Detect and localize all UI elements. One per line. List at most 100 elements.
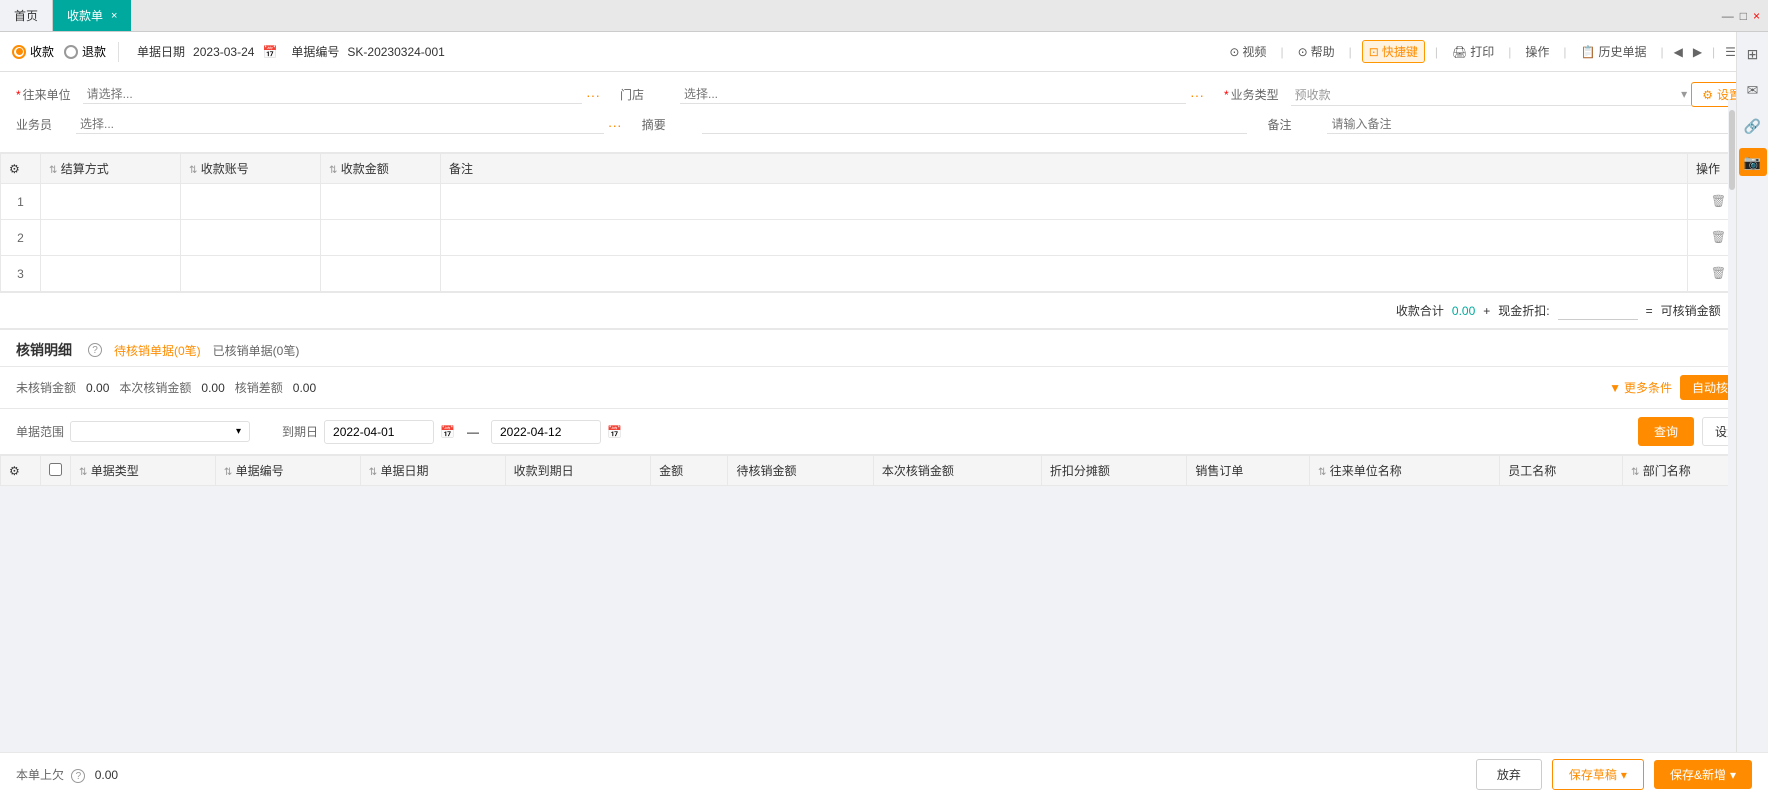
minimize-icon[interactable]: — [1722, 9, 1734, 23]
remark-input[interactable] [1327, 115, 1752, 134]
row-3-account-input[interactable] [181, 256, 320, 291]
verification-info-icon[interactable]: ? [88, 343, 102, 357]
date-label: 单据日期 [137, 43, 185, 60]
query-btn[interactable]: 查询 [1638, 417, 1694, 446]
range-select[interactable]: ▾ [70, 421, 250, 442]
tab-close-icon[interactable]: × [111, 10, 117, 22]
sidebar-link-icon[interactable]: 🔗 [1739, 112, 1767, 140]
salesperson-input[interactable] [76, 115, 604, 134]
gear-col-header[interactable]: ⚙ [1, 154, 41, 184]
scrollbar[interactable] [1728, 100, 1736, 752]
row-2-settlement-input[interactable] [41, 220, 180, 255]
refund-radio[interactable]: 退款 [64, 43, 106, 60]
table-row: 3 🗑 ⧉ [1, 256, 1768, 292]
row-2-account-input[interactable] [181, 220, 320, 255]
prev-icon[interactable]: ◀ [1674, 45, 1683, 59]
store-input[interactable] [680, 85, 1186, 104]
counterpart-input[interactable] [83, 85, 582, 104]
row-3-amount-input[interactable] [321, 256, 440, 291]
row-3-delete-icon[interactable]: 🗑 [1711, 266, 1726, 280]
settlement-col-label: 结算方式 [61, 162, 109, 176]
row-1-amount-input[interactable] [321, 184, 440, 219]
shortcut-icon: ⊡ [1369, 45, 1379, 59]
row-2-amount-input[interactable] [321, 220, 440, 255]
row-1-account[interactable] [181, 184, 321, 220]
print-btn[interactable]: 🖨 打印 [1448, 41, 1498, 62]
row-1-settlement-input[interactable] [41, 184, 180, 219]
summary-label: 摘要 [642, 116, 702, 133]
row-2-remark[interactable] [441, 220, 1688, 256]
calendar-start-icon[interactable]: 📅 [440, 425, 455, 439]
salesperson-more-btn[interactable]: ··· [608, 117, 622, 133]
row-3-settlement-input[interactable] [41, 256, 180, 291]
tab-receipt[interactable]: 收款单 × [53, 0, 131, 31]
close-window-icon[interactable]: × [1753, 9, 1760, 23]
sidebar-mail-icon[interactable]: ✉ [1739, 76, 1767, 104]
calendar-icon[interactable]: 📅 [262, 45, 277, 59]
row-2-account[interactable] [181, 220, 321, 256]
row-3-settlement[interactable] [41, 256, 181, 292]
scrollbar-thumb[interactable] [1729, 110, 1735, 190]
remark-col-label: 备注 [449, 162, 473, 176]
business-type-select[interactable]: 预收款 ▾ [1291, 84, 1692, 106]
row-1-amount[interactable] [321, 184, 441, 220]
select-all-checkbox[interactable] [49, 463, 62, 476]
gear-col-icon: ⚙ [9, 162, 20, 176]
history-btn[interactable]: 📋 历史单据 [1576, 41, 1650, 62]
maximize-icon[interactable]: □ [1740, 9, 1747, 23]
row-1-settlement[interactable] [41, 184, 181, 220]
counterpart-more-btn[interactable]: ··· [586, 87, 600, 103]
discount-input[interactable] [1558, 301, 1638, 320]
plus-sign: + [1483, 304, 1490, 318]
due-date-end-input[interactable] [491, 420, 601, 444]
store-more-btn[interactable]: ··· [1190, 87, 1204, 103]
operation-btn[interactable]: 操作 [1521, 41, 1553, 62]
shortcut-btn[interactable]: ⊡ 快捷键 [1362, 40, 1425, 63]
due-date-start-input[interactable] [324, 420, 434, 444]
pending-tab[interactable]: 待核销单据(0笔) [114, 342, 201, 359]
bottom-gear-col[interactable]: ⚙ [1, 456, 41, 486]
video-btn[interactable]: ⊙ 视频 [1225, 41, 1270, 62]
row-3-remark-input[interactable] [441, 256, 1687, 291]
this-order-info-icon[interactable]: ? [71, 769, 85, 783]
tab-home[interactable]: 首页 [0, 0, 53, 31]
remark-field: 备注 [1267, 115, 1752, 134]
receipt-radio-circle [12, 45, 26, 59]
sidebar-table-icon[interactable]: ⊞ [1739, 40, 1767, 68]
verification-title: 核销明细 [16, 340, 72, 360]
receipt-refund-radio: 收款 退款 [12, 43, 106, 60]
row-3-account[interactable] [181, 256, 321, 292]
col-employee: 员工名称 [1500, 456, 1623, 486]
help-btn[interactable]: ⊙ 帮助 [1294, 41, 1339, 62]
row-2-remark-input[interactable] [441, 220, 1687, 255]
row-2-settlement[interactable] [41, 220, 181, 256]
more-filter-btn[interactable]: ▼ 更多条件 [1609, 379, 1672, 396]
bottom-checkbox-col[interactable] [41, 456, 71, 486]
row-1-account-input[interactable] [181, 184, 320, 219]
discard-btn[interactable]: 放弃 [1476, 759, 1542, 790]
calendar-end-icon[interactable]: 📅 [607, 425, 622, 439]
summary-input[interactable] [702, 115, 1248, 134]
row-3-remark[interactable] [441, 256, 1688, 292]
row-2-delete-icon[interactable]: 🗑 [1711, 230, 1726, 244]
save-new-btn[interactable]: 保存&新增 ▾ [1654, 760, 1752, 789]
done-tab[interactable]: 已核销单据(0笔) [213, 342, 300, 359]
row-1-remark[interactable] [441, 184, 1688, 220]
next-icon[interactable]: ▶ [1693, 45, 1702, 59]
tab-receipt-label: 收款单 [67, 7, 103, 24]
receipt-table: ⚙ ⇅ 结算方式 ⇅ 收款账号 ⇅ 收款金额 备注 操作 [0, 153, 1768, 292]
save-draft-btn[interactable]: 保存草稿 ▾ [1552, 759, 1644, 790]
row-3-num: 3 [1, 256, 41, 292]
row-3-amount[interactable] [321, 256, 441, 292]
divider-1 [118, 42, 119, 62]
list-icon[interactable]: ☰ [1725, 45, 1736, 59]
print-icon: 🖨 [1452, 45, 1467, 59]
row-2-amount[interactable] [321, 220, 441, 256]
row-1-delete-icon[interactable]: 🗑 [1711, 194, 1726, 208]
row-1-remark-input[interactable] [441, 184, 1687, 219]
receipt-radio[interactable]: 收款 [12, 43, 54, 60]
salesperson-label: 业务员 [16, 116, 76, 133]
settlement-col-header: ⇅ 结算方式 [41, 154, 181, 184]
refund-radio-circle [64, 45, 78, 59]
sidebar-camera-icon[interactable]: 📷 [1739, 148, 1767, 176]
